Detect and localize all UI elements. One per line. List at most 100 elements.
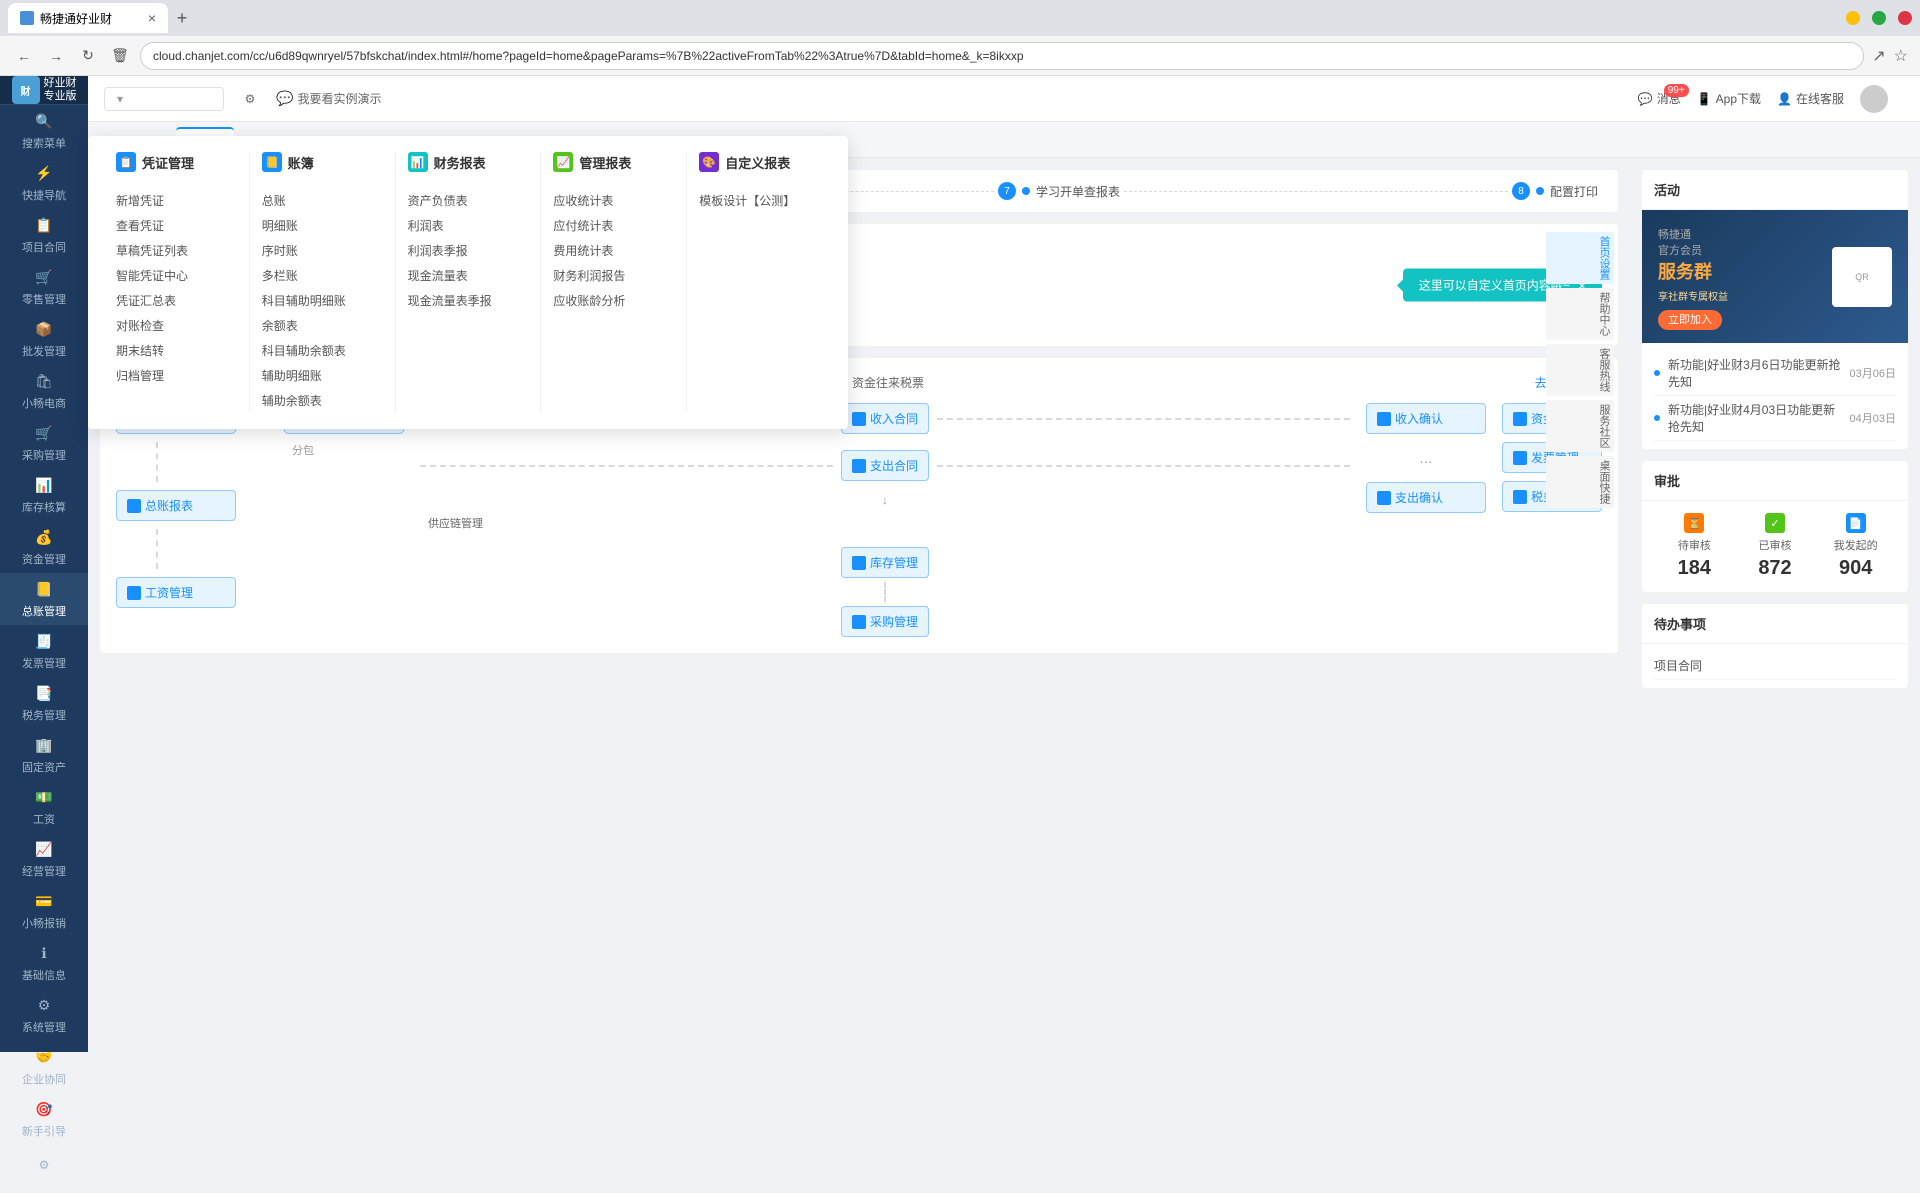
demo-button[interactable]: 💬 我要看实例演示 (276, 90, 381, 107)
app-download-button[interactable]: 📱 App下载 (1697, 90, 1761, 107)
purchase-box[interactable]: 采购管理 (841, 606, 929, 637)
menu-draft-voucher[interactable]: 草稿凭证列表 (116, 238, 237, 263)
my-initiated-stat[interactable]: 📄 我发起的 904 (1815, 513, 1896, 580)
income-confirm-box[interactable]: 收入确认 (1366, 403, 1486, 434)
bookmark-icon[interactable]: ↗ (1872, 46, 1885, 66)
spacer (284, 466, 404, 496)
sidebar-item-发票管理[interactable]: 🧾发票管理 (0, 625, 88, 677)
homepage-label[interactable]: 首页设置 (1546, 232, 1614, 284)
refresh-button[interactable]: ↻ (76, 44, 100, 68)
minimize-button[interactable] (1846, 11, 1860, 25)
menu-template-design[interactable]: 模板设计【公测】 (699, 188, 820, 213)
menu-new-voucher[interactable]: 新增凭证 (116, 188, 237, 213)
menu-profit-report[interactable]: 财务利润报告 (553, 263, 674, 288)
sidebar-item-批发管理[interactable]: 📦批发管理 (0, 313, 88, 365)
sidebar-label-17: 系统管理 (22, 1019, 66, 1035)
ledger-box[interactable]: 总账报表 (116, 490, 236, 521)
sidebar-item-基础信息[interactable]: ℹ基础信息 (0, 937, 88, 989)
menu-smart-voucher[interactable]: 智能凭证中心 (116, 263, 237, 288)
menu-balance-sheet-report[interactable]: 资产负债表 (408, 188, 529, 213)
sidebar-item-项目合同[interactable]: 📋项目合同 (0, 209, 88, 261)
url-input[interactable]: cloud.chanjet.com/cc/u6d89qwnryel/57bfsk… (140, 42, 1864, 70)
menu-income-quarterly[interactable]: 利润表季报 (408, 238, 529, 263)
wage-box[interactable]: 工资管理 (116, 577, 236, 608)
service-community-label[interactable]: 服务社区 (1546, 400, 1614, 452)
online-service-button[interactable]: 👤 在线客服 (1777, 90, 1844, 107)
sidebar-item-企业协同[interactable]: 🤝企业协同 (0, 1041, 88, 1093)
tab-close-btn[interactable]: × (148, 10, 156, 26)
menu-period-close[interactable]: 期末结转 (116, 338, 237, 363)
settings-button[interactable]: ⚙ (0, 1145, 88, 1185)
delete-button[interactable]: 🗑 (108, 44, 132, 68)
menu-subject-assist-balance[interactable]: 科目辅助余额表 (262, 338, 383, 363)
approved-stat[interactable]: ✓ 已审核 872 (1735, 513, 1816, 580)
menu-multi-column[interactable]: 多栏账 (262, 263, 383, 288)
inventory-col: 库存管理 采购管理 (420, 539, 1350, 637)
sidebar-item-系统管理[interactable]: ⚙系统管理 (0, 989, 88, 1041)
menu-receivable-stat[interactable]: 应收统计表 (553, 188, 674, 213)
inventory-box[interactable]: 库存管理 (841, 547, 929, 578)
sidebar-item-小畅报销[interactable]: 💳小畅报销 (0, 885, 88, 937)
forward-button[interactable]: → (44, 44, 68, 68)
menu-section-voucher: 📋 凭证管理 新增凭证 查看凭证 草稿凭证列表 智能凭证中心 凭证汇总表 对账检… (104, 152, 250, 413)
menu-cashflow-quarterly[interactable]: 现金流量表季报 (408, 288, 529, 313)
menu-expense-stat[interactable]: 费用统计表 (553, 238, 674, 263)
tab-favicon (20, 11, 34, 25)
vert-line-1 (156, 442, 158, 482)
menu-income-statement[interactable]: 利润表 (408, 213, 529, 238)
activity-item-2[interactable]: 新功能|好业财4月03日功能更新抢先知 04月03日 (1654, 396, 1896, 441)
expense-confirm-box[interactable]: 支出确认 (1366, 482, 1486, 513)
menu-archive[interactable]: 归档管理 (116, 363, 237, 388)
menu-cashflow[interactable]: 现金流量表 (408, 263, 529, 288)
menu-view-voucher[interactable]: 查看凭证 (116, 213, 237, 238)
sidebar-item-固定资产[interactable]: 🏢固定资产 (0, 729, 88, 781)
menu-detail-ledger[interactable]: 明细账 (262, 213, 383, 238)
new-tab-button[interactable]: + (168, 4, 196, 32)
menu-receivable-aging[interactable]: 应收账龄分析 (553, 288, 674, 313)
sidebar-item-零售管理[interactable]: 🛒零售管理 (0, 261, 88, 313)
sidebar-icon-11: 📑 (34, 684, 54, 704)
sidebar-item-采购管理[interactable]: 🛒采购管理 (0, 417, 88, 469)
browser-tab[interactable]: 畅捷通好业财 × (8, 3, 168, 33)
help-center-label[interactable]: 帮助中心 (1546, 288, 1614, 340)
notification-button[interactable]: 💬 消息 99+ (1638, 90, 1681, 107)
sidebar-item-资金管理[interactable]: 💰资金管理 (0, 521, 88, 573)
vert-line-2 (156, 529, 158, 569)
back-button[interactable]: ← (12, 44, 36, 68)
company-selector[interactable]: ▾ (104, 87, 224, 111)
sidebar-item-快捷导航[interactable]: ⚡快捷导航 (0, 157, 88, 209)
sidebar-item-搜索菜单[interactable]: 🔍搜索菜单 (0, 105, 88, 157)
income-contract-box[interactable]: 收入合同 (841, 403, 929, 434)
menu-subject-assist-detail[interactable]: 科目辅助明细账 (262, 288, 383, 313)
desktop-shortcut-label[interactable]: 桌面快捷 (1546, 456, 1614, 508)
expense-contract-box[interactable]: 支出合同 (841, 450, 929, 481)
menu-sequential-ledger[interactable]: 序时账 (262, 238, 383, 263)
menu-account-check[interactable]: 对账检查 (116, 313, 237, 338)
menu-assist-balance[interactable]: 辅助余额表 (262, 388, 383, 413)
sidebar-item-工资[interactable]: 💵工资 (0, 781, 88, 833)
menu-payable-stat[interactable]: 应付统计表 (553, 213, 674, 238)
user-avatar[interactable] (1860, 85, 1888, 113)
sidebar-item-经营管理[interactable]: 📈经营管理 (0, 833, 88, 885)
banner-cta[interactable]: 立即加入 (1658, 311, 1728, 327)
menu-voucher-summary[interactable]: 凭证汇总表 (116, 288, 237, 313)
menu-balance-sheet[interactable]: 余额表 (262, 313, 383, 338)
sidebar-item-新手引导[interactable]: 🎯新手引导 (0, 1093, 88, 1145)
maximize-button[interactable] (1872, 11, 1886, 25)
star-icon[interactable]: ☆ (1894, 46, 1908, 66)
pending-stat[interactable]: ⏳ 待审核 184 (1654, 513, 1735, 580)
close-button[interactable] (1898, 11, 1912, 25)
client-hotline-label[interactable]: 客服热线 (1546, 344, 1614, 396)
settings-icon-button[interactable]: ⚙ (236, 85, 264, 113)
inventory-icon (852, 556, 866, 570)
join-btn[interactable]: 立即加入 (1658, 310, 1722, 330)
sidebar-item-总账管理[interactable]: 📒总账管理 (0, 573, 88, 625)
sidebar-item-库存核算[interactable]: 📊库存核算 (0, 469, 88, 521)
activity-item-1[interactable]: 新功能|好业财3月6日功能更新抢先知 03月06日 (1654, 351, 1896, 396)
sidebar-item-小畅电商[interactable]: 🛍小畅电商 (0, 365, 88, 417)
menu-general-ledger[interactable]: 总账 (262, 188, 383, 213)
todo-item-project[interactable]: 项目合同 (1654, 652, 1896, 680)
ledger-menu-icon: 📒 (262, 152, 282, 172)
menu-assist-detail[interactable]: 辅助明细账 (262, 363, 383, 388)
sidebar-item-税务管理[interactable]: 📑税务管理 (0, 677, 88, 729)
